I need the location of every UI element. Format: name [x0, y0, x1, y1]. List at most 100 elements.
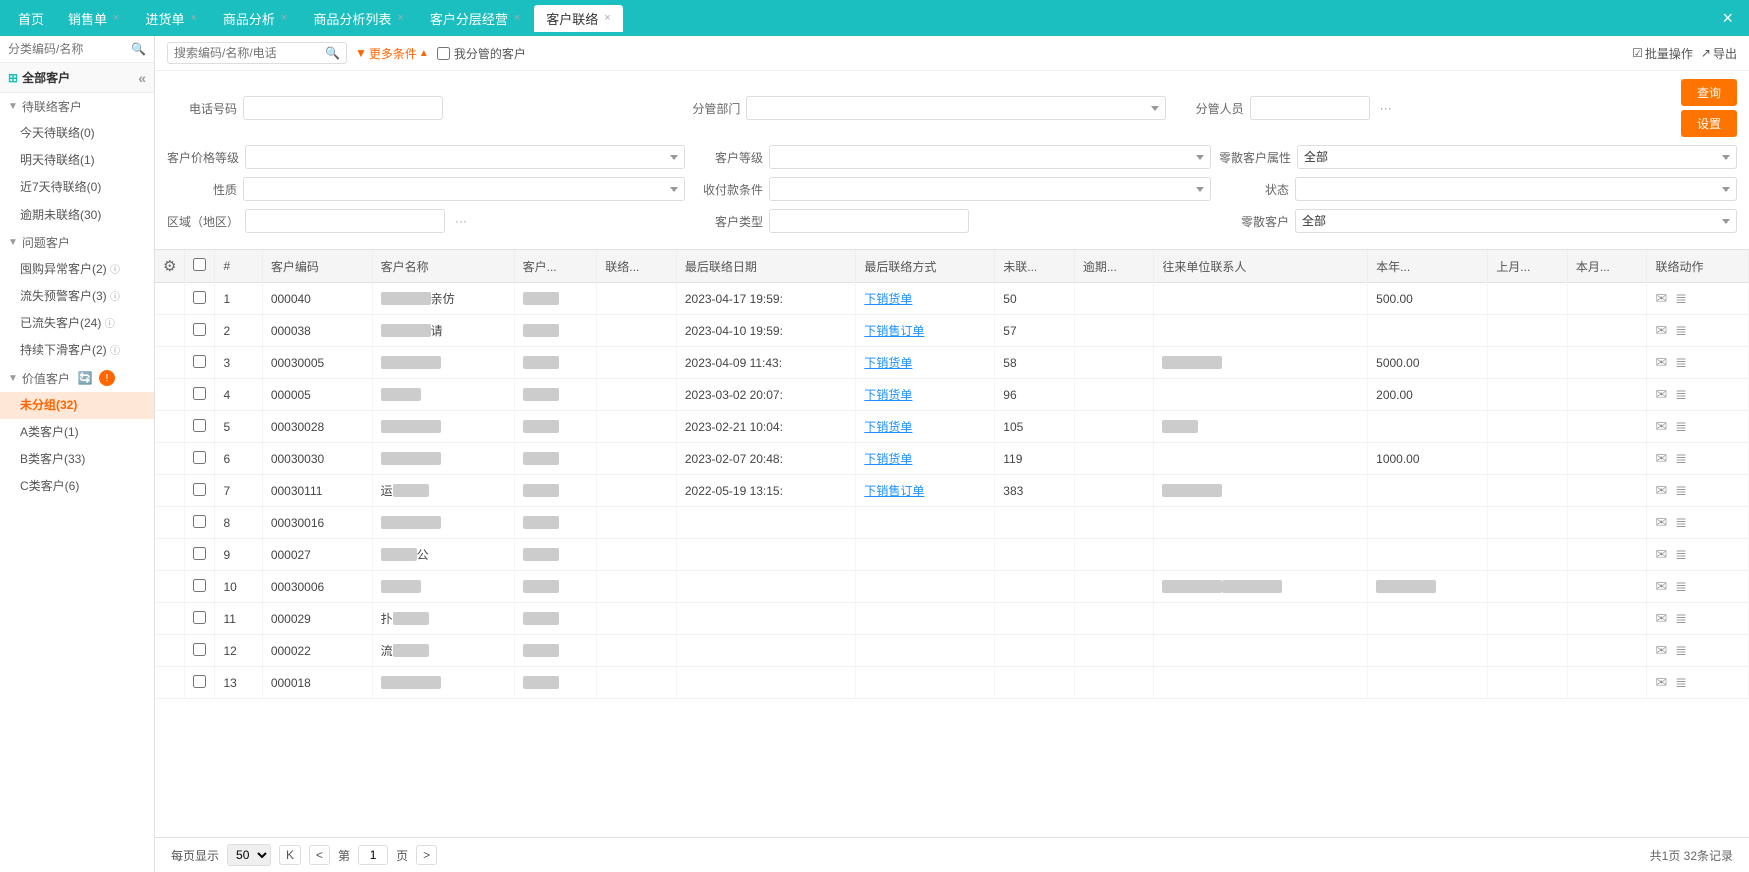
sidebar-group-problem[interactable]: ▼ 问题客户	[0, 229, 154, 256]
message-icon[interactable]: ✉	[1655, 674, 1667, 691]
settings-icon[interactable]: ⚙	[163, 258, 176, 275]
nav-tab-home[interactable]: 首页	[8, 5, 54, 32]
nav-tab-analysis-list[interactable]: 商品分析列表 ×	[301, 5, 415, 32]
row-checkbox[interactable]	[193, 419, 206, 432]
staff-more-icon[interactable]: ···	[1376, 101, 1396, 115]
first-page-button[interactable]: K	[279, 845, 301, 865]
last-method-link[interactable]: 下销货单	[864, 420, 912, 434]
page-input[interactable]	[358, 845, 388, 865]
row-checkbox[interactable]	[193, 675, 206, 688]
next-page-button[interactable]: >	[416, 845, 437, 865]
grid-icon-action[interactable]: ≣	[1675, 322, 1687, 339]
nav-tab-customer-contact[interactable]: 客户联络 ×	[534, 5, 622, 32]
sidebar-item-class-c[interactable]: C类客户(6)	[0, 473, 154, 500]
row-checkbox[interactable]	[193, 643, 206, 656]
row-checkbox[interactable]	[193, 451, 206, 464]
sidebar-item-class-b[interactable]: B类客户(33)	[0, 446, 154, 473]
staff-input[interactable]	[1250, 96, 1370, 120]
grid-icon-action[interactable]: ≣	[1675, 450, 1687, 467]
grid-icon-action[interactable]: ≣	[1675, 354, 1687, 371]
customer-level-select[interactable]	[769, 145, 1211, 169]
zero-customer-select[interactable]: 全部	[1295, 209, 1737, 233]
row-checkbox[interactable]	[193, 387, 206, 400]
area-more-icon[interactable]: ···	[451, 214, 471, 228]
row-checkbox[interactable]	[193, 355, 206, 368]
sidebar-group-value[interactable]: ▼ 价值客户 🔄 !	[0, 365, 154, 392]
nav-tab-analysis[interactable]: 商品分析 ×	[211, 5, 299, 32]
grid-icon-action[interactable]: ≣	[1675, 610, 1687, 627]
message-icon[interactable]: ✉	[1655, 386, 1667, 403]
grid-icon-action[interactable]: ≣	[1675, 642, 1687, 659]
zero-attr-select[interactable]: 全部	[1297, 145, 1737, 169]
close-sales-icon[interactable]: ×	[113, 12, 119, 24]
last-method-link[interactable]: 下销货单	[864, 452, 912, 466]
export-button[interactable]: ↗ 导出	[1701, 45, 1737, 62]
message-icon[interactable]: ✉	[1655, 418, 1667, 435]
nav-tab-customer-tier[interactable]: 客户分层经营 ×	[418, 5, 532, 32]
row-checkbox[interactable]	[193, 291, 206, 304]
row-checkbox[interactable]	[193, 323, 206, 336]
grid-icon-action[interactable]: ≣	[1675, 578, 1687, 595]
last-method-link[interactable]: 下销售订单	[864, 484, 924, 498]
batch-op-button[interactable]: ☑ 批量操作	[1632, 45, 1693, 62]
sidebar-item-overdue[interactable]: 逾期未联络(30)	[0, 202, 154, 229]
row-checkbox[interactable]	[193, 611, 206, 624]
sidebar-item-abnormal[interactable]: 囤购异常客户(2) ⓘ	[0, 256, 154, 283]
search-input[interactable]	[174, 46, 321, 60]
last-method-link[interactable]: 下销货单	[864, 356, 912, 370]
nav-tab-sales[interactable]: 销售单 ×	[56, 5, 131, 32]
grid-icon-action[interactable]: ≣	[1675, 674, 1687, 691]
close-customer-tier-icon[interactable]: ×	[514, 12, 520, 24]
close-purchase-icon[interactable]: ×	[190, 12, 196, 24]
close-analysis-icon[interactable]: ×	[281, 12, 287, 24]
last-method-link[interactable]: 下销售订单	[864, 324, 924, 338]
refresh-icon[interactable]: 🔄	[78, 371, 93, 385]
message-icon[interactable]: ✉	[1655, 642, 1667, 659]
grid-icon-action[interactable]: ≣	[1675, 514, 1687, 531]
page-size-select[interactable]: 50	[227, 844, 271, 866]
close-analysis-list-icon[interactable]: ×	[397, 12, 403, 24]
search-icon[interactable]: 🔍	[325, 46, 340, 60]
sidebar-item-today[interactable]: 今天待联络(0)	[0, 120, 154, 147]
row-checkbox[interactable]	[193, 579, 206, 592]
grid-icon-action[interactable]: ≣	[1675, 418, 1687, 435]
sidebar-item-ungrouped[interactable]: 未分组(32)	[0, 392, 154, 419]
all-customers-header[interactable]: ⊞ 全部客户 «	[0, 63, 154, 93]
message-icon[interactable]: ✉	[1655, 482, 1667, 499]
reset-button[interactable]: 设置	[1681, 110, 1737, 137]
payment-select[interactable]	[769, 177, 1211, 201]
price-level-select[interactable]	[245, 145, 685, 169]
last-method-link[interactable]: 下销货单	[864, 388, 912, 402]
sidebar-item-lost[interactable]: 已流失客户(24) ⓘ	[0, 310, 154, 337]
message-icon[interactable]: ✉	[1655, 450, 1667, 467]
message-icon[interactable]: ✉	[1655, 514, 1667, 531]
sidebar-item-7days[interactable]: 近7天待联络(0)	[0, 174, 154, 201]
message-icon[interactable]: ✉	[1655, 546, 1667, 563]
close-customer-contact-icon[interactable]: ×	[604, 12, 610, 24]
search-button[interactable]: 查询	[1681, 79, 1737, 106]
row-checkbox[interactable]	[193, 547, 206, 560]
row-checkbox[interactable]	[193, 483, 206, 496]
my-customers-checkbox-label[interactable]: 我分管的客户	[437, 45, 526, 62]
sidebar-search-icon[interactable]: 🔍	[131, 42, 146, 56]
message-icon[interactable]: ✉	[1655, 354, 1667, 371]
grid-icon-action[interactable]: ≣	[1675, 386, 1687, 403]
prev-page-button[interactable]: <	[309, 845, 330, 865]
message-icon[interactable]: ✉	[1655, 610, 1667, 627]
phone-input[interactable]	[243, 96, 443, 120]
window-close-button[interactable]: ×	[1714, 8, 1741, 29]
more-conditions-button[interactable]: ▼ 更多条件 ▲	[355, 45, 429, 62]
select-all-checkbox[interactable]	[193, 258, 206, 271]
message-icon[interactable]: ✉	[1655, 290, 1667, 307]
collapse-sidebar-icon[interactable]: «	[138, 70, 146, 86]
last-method-link[interactable]: 下销货单	[864, 292, 912, 306]
dept-select[interactable]	[746, 96, 1165, 120]
grid-icon-action[interactable]: ≣	[1675, 482, 1687, 499]
sidebar-group-pending[interactable]: ▼ 待联络客户	[0, 93, 154, 120]
sidebar-item-declining[interactable]: 持续下滑客户(2) ⓘ	[0, 337, 154, 364]
nav-tab-purchase[interactable]: 进货单 ×	[133, 5, 208, 32]
sidebar-item-warn[interactable]: 流失预警客户(3) ⓘ	[0, 283, 154, 310]
my-customers-checkbox[interactable]	[437, 47, 450, 60]
sidebar-search-input[interactable]	[8, 42, 127, 56]
area-input[interactable]	[245, 209, 445, 233]
